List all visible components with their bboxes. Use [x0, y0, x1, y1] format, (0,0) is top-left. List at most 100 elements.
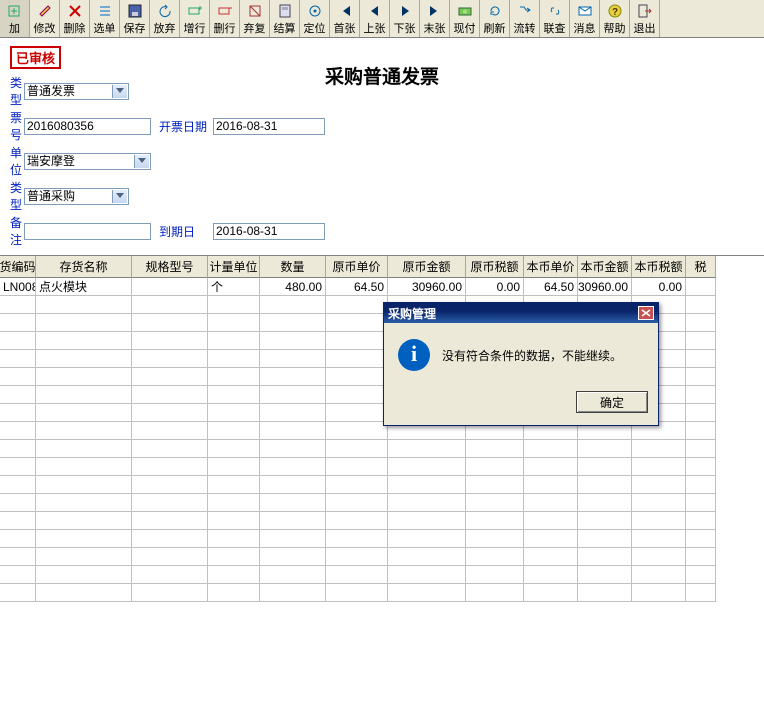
cell-qty: [260, 332, 326, 350]
cell-name: [36, 476, 132, 494]
col-qty[interactable]: 数量: [260, 256, 326, 278]
cell-spec: [132, 458, 208, 476]
col-unit[interactable]: 计量单位: [208, 256, 260, 278]
toolbar-save[interactable]: 保存: [120, 0, 150, 37]
dialog: 采购管理 没有符合条件的数据，不能继续。 确定: [383, 302, 659, 426]
cell-tax: [686, 332, 716, 350]
cell-unit: 个: [208, 278, 260, 296]
col-oamt[interactable]: 原币金额: [388, 256, 466, 278]
input-ptype[interactable]: 普通采购: [24, 188, 129, 205]
col-ltax[interactable]: 本币税额: [632, 256, 686, 278]
input-no[interactable]: 2016080356: [24, 118, 151, 135]
col-tax[interactable]: 税: [686, 256, 716, 278]
cell-lprice: [524, 530, 578, 548]
toolbar-help[interactable]: ?帮助: [600, 0, 630, 37]
cell-name: [36, 350, 132, 368]
toolbar-next[interactable]: 下张: [390, 0, 420, 37]
toolbar-add[interactable]: 加: [0, 0, 30, 37]
table-row[interactable]: [0, 566, 764, 584]
ok-button[interactable]: 确定: [576, 391, 648, 413]
discard-icon: [247, 3, 263, 19]
cell-lamt: [578, 548, 632, 566]
col-lamt[interactable]: 本币金额: [578, 256, 632, 278]
value-due: 2016-08-31: [216, 224, 277, 239]
col-otax[interactable]: 原币税额: [466, 256, 524, 278]
cell-spec: [132, 440, 208, 458]
col-lprice[interactable]: 本币单价: [524, 256, 578, 278]
cell-otax: 0.00: [466, 278, 524, 296]
table-row[interactable]: LN008点火模块个480.0064.5030960.000.0064.5030…: [0, 278, 764, 296]
toolbar-label: 刷新: [484, 20, 506, 36]
table-row[interactable]: [0, 494, 764, 512]
toolbar-exit[interactable]: 退出: [630, 0, 660, 37]
cell-lamt: 30960.00: [578, 278, 632, 296]
cell-otax: [466, 530, 524, 548]
input-date[interactable]: 2016-08-31: [213, 118, 325, 135]
table-row[interactable]: [0, 584, 764, 602]
col-code[interactable]: 货编码: [0, 256, 36, 278]
toolbar-delrow[interactable]: 删行: [210, 0, 240, 37]
toolbar-last[interactable]: 末张: [420, 0, 450, 37]
next-icon: [397, 3, 413, 19]
cell-otax: [466, 494, 524, 512]
cell-tax: [686, 386, 716, 404]
cell-name: 点火模块: [36, 278, 132, 296]
cell-oprice: [326, 404, 388, 422]
col-oprice[interactable]: 原币单价: [326, 256, 388, 278]
toolbar-refresh[interactable]: 刷新: [480, 0, 510, 37]
toolbar-first[interactable]: 首张: [330, 0, 360, 37]
cell-qty: [260, 530, 326, 548]
table-row[interactable]: [0, 476, 764, 494]
cell-unit: [208, 386, 260, 404]
close-icon[interactable]: [638, 306, 654, 320]
cell-otax: [466, 548, 524, 566]
page-title: 采购普通发票: [325, 62, 439, 89]
toolbar-settle[interactable]: 结算: [270, 0, 300, 37]
cell-otax: [466, 458, 524, 476]
cell-unit: [208, 566, 260, 584]
toolbar-addrow[interactable]: 增行: [180, 0, 210, 37]
cell-oprice: [326, 314, 388, 332]
cell-code: [0, 476, 36, 494]
cell-oamt: 30960.00: [388, 278, 466, 296]
cell-qty: [260, 314, 326, 332]
table-row[interactable]: [0, 440, 764, 458]
row-plus-icon: [187, 3, 203, 19]
toolbar-flow[interactable]: 流转: [510, 0, 540, 37]
toolbar-link[interactable]: 联查: [540, 0, 570, 37]
cell-spec: [132, 476, 208, 494]
table-row[interactable]: [0, 548, 764, 566]
toolbar-modify[interactable]: 修改: [30, 0, 60, 37]
toolbar-delete[interactable]: 删除: [60, 0, 90, 37]
toolbar-abandon2[interactable]: 弃复: [240, 0, 270, 37]
toolbar-label: 结算: [274, 20, 296, 36]
cell-code: [0, 530, 36, 548]
cell-oprice: [326, 386, 388, 404]
message-icon: [577, 3, 593, 19]
toolbar-cash[interactable]: 现付: [450, 0, 480, 37]
cell-ltax: [632, 530, 686, 548]
plus-icon: [7, 3, 23, 19]
cell-oprice: [326, 332, 388, 350]
toolbar-message[interactable]: 消息: [570, 0, 600, 37]
undo-icon: [157, 3, 173, 19]
input-due[interactable]: 2016-08-31: [213, 223, 325, 240]
cell-tax: [686, 422, 716, 440]
toolbar-prev[interactable]: 上张: [360, 0, 390, 37]
col-name[interactable]: 存货名称: [36, 256, 132, 278]
table-row[interactable]: [0, 530, 764, 548]
input-unit[interactable]: 瑞安摩登: [24, 153, 151, 170]
col-spec[interactable]: 规格型号: [132, 256, 208, 278]
toolbar-select[interactable]: 选单: [90, 0, 120, 37]
input-note[interactable]: [24, 223, 151, 240]
toolbar-locate[interactable]: 定位: [300, 0, 330, 37]
input-type[interactable]: 普通发票: [24, 83, 129, 100]
cell-code: [0, 440, 36, 458]
cell-spec: [132, 332, 208, 350]
toolbar-abandon[interactable]: 放弃: [150, 0, 180, 37]
grid-header: 货编码存货名称规格型号计量单位数量原币单价原币金额原币税额本币单价本币金额本币税…: [0, 256, 764, 278]
cash-icon: [457, 3, 473, 19]
cell-code: [0, 422, 36, 440]
dialog-titlebar[interactable]: 采购管理: [384, 303, 658, 323]
table-row[interactable]: [0, 458, 764, 476]
